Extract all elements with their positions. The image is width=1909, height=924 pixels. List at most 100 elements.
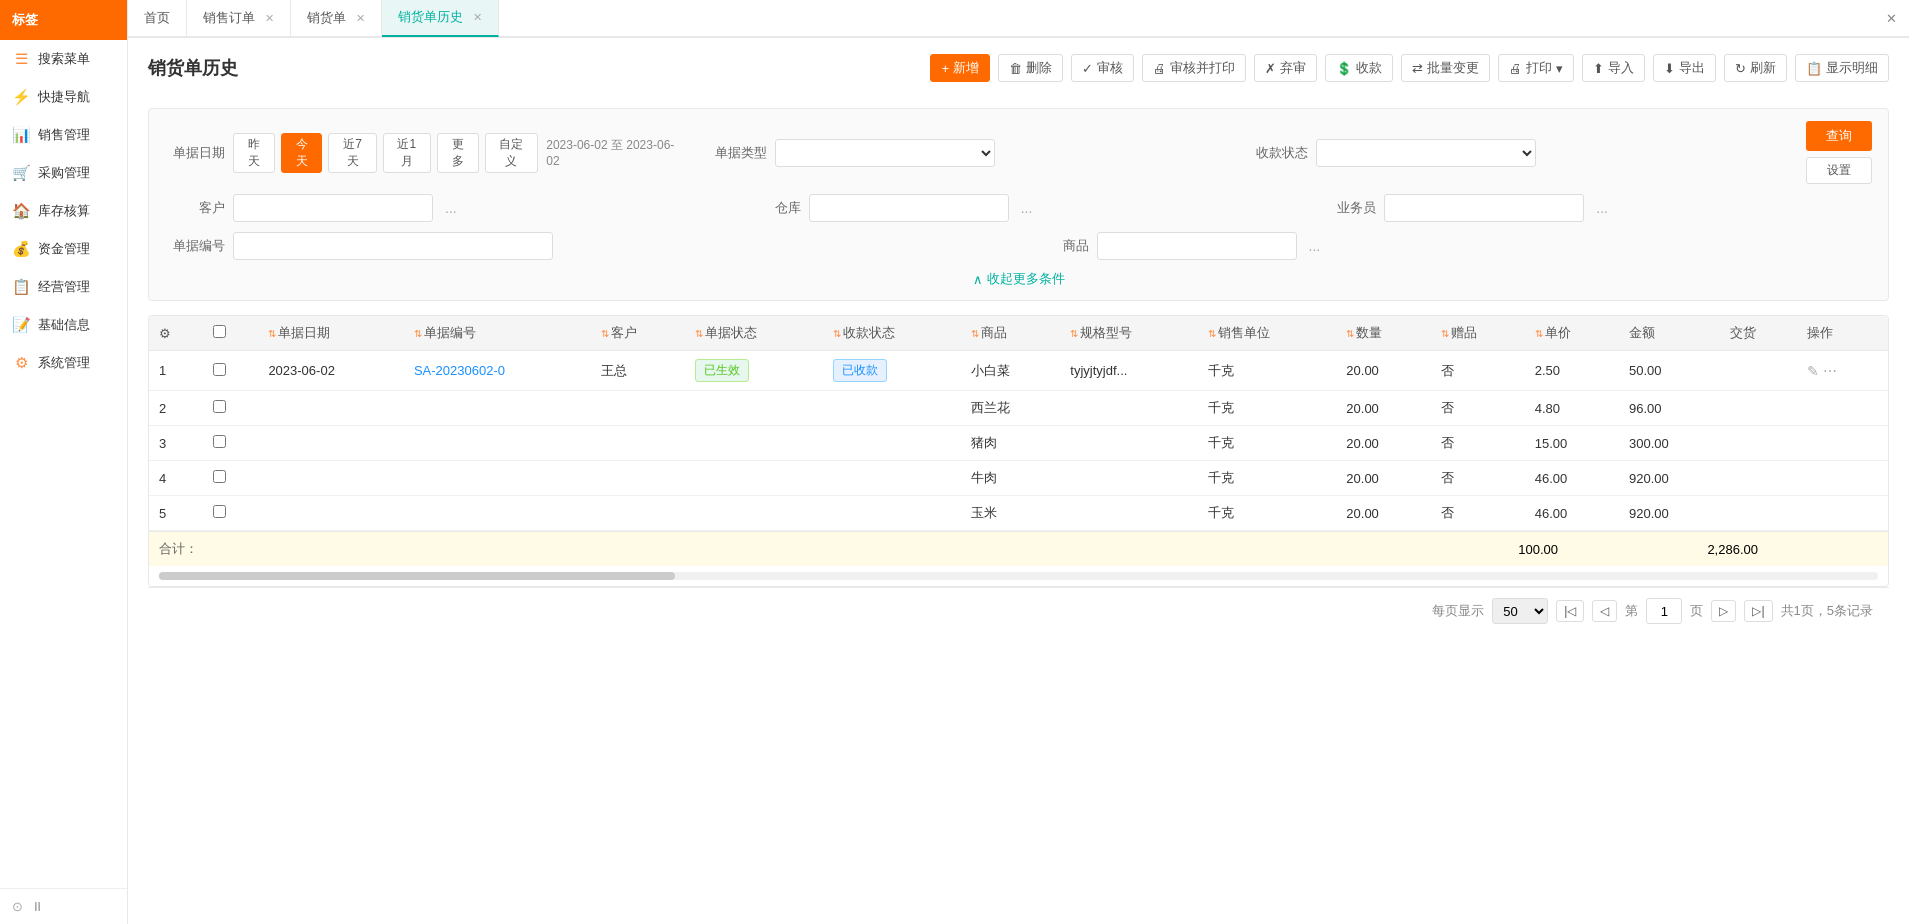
- sidebar-item-basic-info[interactable]: 📝 基础信息: [0, 306, 127, 344]
- doc-type-field: 单据类型: [707, 139, 1229, 167]
- goods-input[interactable]: [1097, 232, 1297, 260]
- query-button[interactable]: 查询: [1806, 121, 1872, 151]
- collect-status-select[interactable]: [1316, 139, 1536, 167]
- cell-checkbox[interactable]: [203, 461, 259, 496]
- tab-sales-history[interactable]: 销货单历史 ✕: [382, 0, 499, 37]
- collect-button[interactable]: 💲 收款: [1325, 54, 1393, 82]
- sidebar-collapse-icon[interactable]: ⊙: [12, 899, 23, 914]
- audit-print-button[interactable]: 🖨 审核并打印: [1142, 54, 1246, 82]
- horizontal-scrollbar[interactable]: [159, 572, 1878, 580]
- show-detail-button[interactable]: 📋 显示明细: [1795, 54, 1889, 82]
- sidebar-item-label: 经营管理: [38, 278, 90, 296]
- cell-checkbox[interactable]: [203, 496, 259, 531]
- col-customer[interactable]: ⇅客户: [591, 316, 685, 351]
- last7days-btn[interactable]: 近7天: [328, 133, 376, 173]
- custom-btn[interactable]: 自定义: [485, 133, 539, 173]
- tab-sales-history-close[interactable]: ✕: [473, 11, 482, 24]
- edit-action-icon[interactable]: ✎: [1807, 363, 1819, 379]
- doc-type-select[interactable]: [775, 139, 995, 167]
- cell-checkbox[interactable]: [203, 426, 259, 461]
- col-settings[interactable]: ⚙: [149, 316, 203, 351]
- today-btn[interactable]: 今天: [281, 133, 323, 173]
- tab-sales-goods[interactable]: 销货单 ✕: [291, 0, 382, 37]
- collect-status-badge: 已收款: [833, 359, 887, 382]
- salesperson-ellipsis[interactable]: ...: [1592, 200, 1612, 216]
- select-all-checkbox[interactable]: [213, 325, 226, 338]
- col-amount: 金额: [1619, 316, 1720, 351]
- cell-checkbox[interactable]: [203, 391, 259, 426]
- filter-collapse[interactable]: ∧ 收起更多条件: [165, 270, 1872, 288]
- col-unit-price[interactable]: ⇅单价: [1525, 316, 1619, 351]
- last1month-btn[interactable]: 近1月: [383, 133, 431, 173]
- sidebar-pause-icon[interactable]: ⏸: [31, 899, 44, 914]
- sidebar-item-sales-mgmt[interactable]: 📊 销售管理: [0, 116, 127, 154]
- more-action-icon[interactable]: ⋯: [1823, 363, 1837, 379]
- table-footer: 合计： 100.00 2,286.00: [149, 531, 1888, 566]
- refresh-button[interactable]: ↻ 刷新: [1724, 54, 1787, 82]
- sidebar-item-quick-nav[interactable]: ⚡ 快捷导航: [0, 78, 127, 116]
- col-gift[interactable]: ⇅赠品: [1431, 316, 1525, 351]
- audit-button[interactable]: ✓ 审核: [1071, 54, 1134, 82]
- cell-checkbox[interactable]: [203, 351, 259, 391]
- sidebar-item-label: 资金管理: [38, 240, 90, 258]
- col-doc-status[interactable]: ⇅单据状态: [685, 316, 823, 351]
- warehouse-field: 仓库 ...: [741, 194, 1297, 222]
- table-row: 3猪肉千克20.00否15.00300.00: [149, 426, 1888, 461]
- tab-home[interactable]: 首页: [128, 0, 187, 37]
- row-checkbox[interactable]: [213, 435, 226, 448]
- first-page-button[interactable]: |◁: [1556, 600, 1584, 622]
- col-goods[interactable]: ⇅商品: [961, 316, 1060, 351]
- tab-sales-order-close[interactable]: ✕: [265, 12, 274, 25]
- col-spec-type[interactable]: ⇅规格型号: [1060, 316, 1198, 351]
- export-button[interactable]: ⬇ 导出: [1653, 54, 1716, 82]
- yesterday-btn[interactable]: 昨天: [233, 133, 275, 173]
- col-sales-unit[interactable]: ⇅销售单位: [1198, 316, 1336, 351]
- last-page-button[interactable]: ▷|: [1744, 600, 1772, 622]
- warehouse-ellipsis[interactable]: ...: [1017, 200, 1037, 216]
- table-row: 12023-06-02SA-20230602-0王总已生效已收款小白菜tyjyj…: [149, 351, 1888, 391]
- col-quantity[interactable]: ⇅数量: [1336, 316, 1430, 351]
- salesperson-input[interactable]: [1384, 194, 1584, 222]
- col-doc-no[interactable]: ⇅单据编号: [404, 316, 591, 351]
- sidebar-item-inventory[interactable]: 🏠 库存核算: [0, 192, 127, 230]
- customer-ellipsis[interactable]: ...: [441, 200, 461, 216]
- per-page-select[interactable]: 50 100 200: [1492, 598, 1548, 624]
- sidebar: 标签 ☰ 搜索菜单 ⚡ 快捷导航 📊 销售管理 🛒 采购管理 🏠 库存核算 💰 …: [0, 0, 128, 924]
- audit-print-icon: 🖨: [1153, 61, 1166, 76]
- sidebar-item-purchase-mgmt[interactable]: 🛒 采购管理: [0, 154, 127, 192]
- sidebar-item-label: 搜索菜单: [38, 50, 90, 68]
- import-button[interactable]: ⬆ 导入: [1582, 54, 1645, 82]
- sidebar-item-sys-mgmt[interactable]: ⚙ 系统管理: [0, 344, 127, 382]
- delete-button[interactable]: 🗑 删除: [998, 54, 1063, 82]
- customer-input[interactable]: [233, 194, 433, 222]
- row-checkbox[interactable]: [213, 363, 226, 376]
- row-checkbox[interactable]: [213, 505, 226, 518]
- page-number-input[interactable]: [1646, 598, 1682, 624]
- tab-sales-goods-close[interactable]: ✕: [356, 12, 365, 25]
- col-doc-date[interactable]: ⇅单据日期: [258, 316, 404, 351]
- sidebar-item-finance-mgmt[interactable]: 💰 资金管理: [0, 230, 127, 268]
- goods-ellipsis[interactable]: ...: [1305, 238, 1325, 254]
- setting-button[interactable]: 设置: [1806, 157, 1872, 184]
- row-checkbox[interactable]: [213, 400, 226, 413]
- next-page-button[interactable]: ▷: [1711, 600, 1736, 622]
- sidebar-item-ops-mgmt[interactable]: 📋 经营管理: [0, 268, 127, 306]
- tab-bar: 首页 销售订单 ✕ 销货单 ✕ 销货单历史 ✕ ✕: [128, 0, 1909, 38]
- print-button[interactable]: 🖨 打印 ▾: [1498, 54, 1574, 82]
- more-btn[interactable]: 更多: [437, 133, 479, 173]
- sidebar-item-search-menu[interactable]: ☰ 搜索菜单: [0, 40, 127, 78]
- doc-no-link[interactable]: SA-20230602-0: [414, 363, 505, 378]
- add-button[interactable]: + 新增: [930, 54, 990, 82]
- row-checkbox[interactable]: [213, 470, 226, 483]
- col-collect-status[interactable]: ⇅收款状态: [823, 316, 961, 351]
- prev-page-button[interactable]: ◁: [1592, 600, 1617, 622]
- batch-change-button[interactable]: ⇄ 批量变更: [1401, 54, 1490, 82]
- abandon-button[interactable]: ✗ 弃审: [1254, 54, 1317, 82]
- close-all-tabs-button[interactable]: ✕: [1886, 11, 1897, 26]
- cell-gift: 否: [1431, 391, 1525, 426]
- doc-no-input[interactable]: [233, 232, 553, 260]
- tab-sales-order[interactable]: 销售订单 ✕: [187, 0, 291, 37]
- tab-home-label: 首页: [144, 9, 170, 27]
- warehouse-input[interactable]: [809, 194, 1009, 222]
- cell-gift: 否: [1431, 496, 1525, 531]
